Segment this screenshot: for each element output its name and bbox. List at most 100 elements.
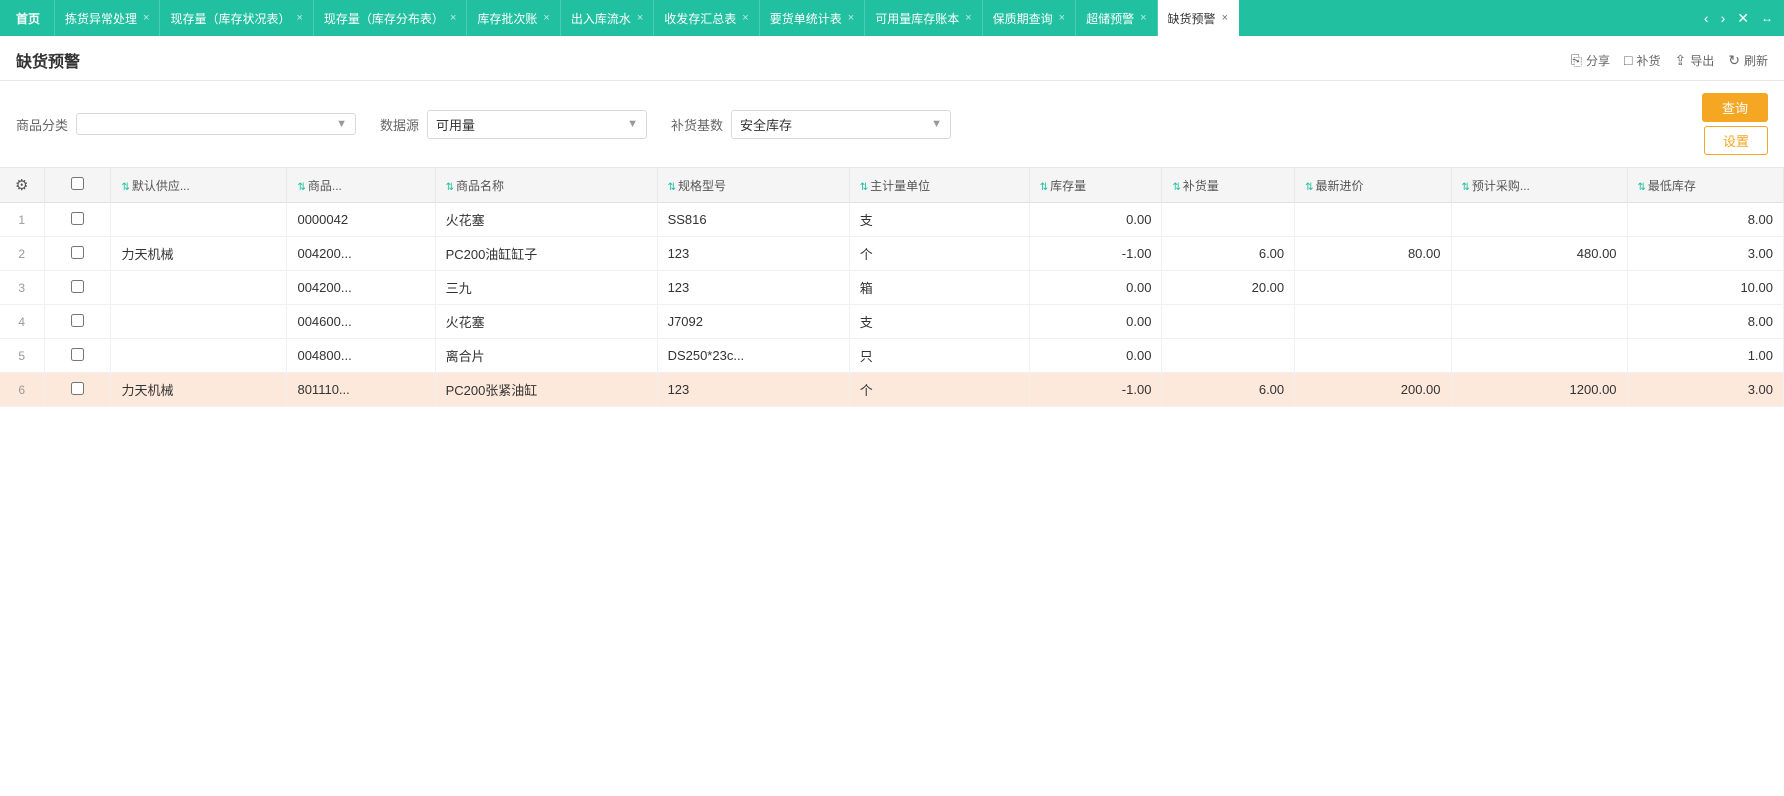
- row-checkbox-4[interactable]: [44, 305, 111, 339]
- category-select[interactable]: ▼: [76, 113, 356, 135]
- sort-icon-unit: ⇅: [860, 182, 868, 193]
- table-row: 3 004200... 三九 123 箱 0.00 20.00 10.00: [0, 271, 1784, 305]
- row-spec-3: 123: [657, 271, 849, 305]
- tab-expiry-query[interactable]: 保质期查询 ×: [983, 0, 1076, 36]
- row-est-3: [1451, 271, 1627, 305]
- restock-icon: □: [1624, 52, 1632, 68]
- tab-shortage-warn[interactable]: 缺货预警 ×: [1158, 0, 1239, 36]
- tab-close-batch-account[interactable]: ×: [543, 12, 549, 24]
- tab-close-defect-handling[interactable]: ×: [143, 12, 149, 24]
- row-checkbox-3[interactable]: [44, 271, 111, 305]
- tab-home[interactable]: 首页: [2, 0, 55, 36]
- table-row: 1 0000042 火花塞 SS816 支 0.00 8.00: [0, 203, 1784, 237]
- restock-button[interactable]: □ 补货: [1624, 52, 1660, 69]
- row-name-6: PC200张紧油缸: [435, 373, 657, 407]
- row-select-checkbox-1[interactable]: [71, 212, 84, 225]
- row-unit-4: 支: [849, 305, 1029, 339]
- row-est-6: 1200.00: [1451, 373, 1627, 407]
- tab-close-overstock-warn[interactable]: ×: [1140, 12, 1146, 24]
- tab-label-inout-flow: 出入库流水: [571, 10, 631, 27]
- tab-close-avail-ledger[interactable]: ×: [965, 12, 971, 24]
- tab-close-button[interactable]: ✕: [1732, 8, 1754, 29]
- tab-inventory-dist[interactable]: 现存量（库存分布表）×: [314, 0, 467, 36]
- row-select-checkbox-4[interactable]: [71, 314, 84, 327]
- tab-close-recv-summary[interactable]: ×: [742, 12, 748, 24]
- tab-recv-summary[interactable]: 收发存汇总表×: [654, 0, 759, 36]
- tab-overstock-warn[interactable]: 超储预警×: [1076, 0, 1157, 36]
- row-price-2: 80.00: [1295, 237, 1451, 271]
- settings-button[interactable]: 设置: [1704, 126, 1768, 155]
- row-index-2: 2: [0, 237, 44, 271]
- row-select-checkbox-2[interactable]: [71, 246, 84, 259]
- row-checkbox-5[interactable]: [44, 339, 111, 373]
- tab-order-stats[interactable]: 要货单统计表×: [760, 0, 865, 36]
- row-checkbox-6[interactable]: [44, 373, 111, 407]
- row-select-checkbox-3[interactable]: [71, 280, 84, 293]
- row-select-checkbox-6[interactable]: [71, 382, 84, 395]
- tab-close-order-stats[interactable]: ×: [848, 12, 854, 24]
- tab-label-avail-ledger: 可用量库存账本: [875, 10, 959, 27]
- column-min-stock: ⇅最低库存: [1627, 168, 1783, 203]
- tab-label-expiry-query: 保质期查询: [993, 10, 1053, 27]
- tab-label-shortage-warn: 缺货预警: [1168, 10, 1216, 27]
- datasource-select[interactable]: 可用量 ▼: [427, 110, 647, 139]
- tab-close-expiry-query[interactable]: ×: [1059, 12, 1065, 24]
- row-price-4: [1295, 305, 1451, 339]
- sort-icon-price: ⇅: [1305, 182, 1313, 193]
- gear-icon[interactable]: ⚙: [15, 176, 28, 194]
- tab-defect-handling[interactable]: 拣货异常处理×: [55, 0, 160, 36]
- replenish-value: 安全库存: [740, 115, 792, 134]
- row-restock-2: 6.00: [1162, 237, 1295, 271]
- column-product-code: ⇅商品...: [287, 168, 435, 203]
- page-container: 缺货预警 ⎘ 分享 □ 补货 ⇪ 导出 ↻ 刷新 商品分类: [0, 36, 1784, 796]
- row-min-stock-3: 10.00: [1627, 271, 1783, 305]
- select-all-checkbox[interactable]: [71, 177, 84, 190]
- table-row: 4 004600... 火花塞 J7092 支 0.00 8.00: [0, 305, 1784, 339]
- column-stock-qty: ⇅库存量: [1029, 168, 1162, 203]
- filter-actions: 查询 设置: [1702, 93, 1768, 155]
- category-arrow-icon: ▼: [336, 118, 347, 130]
- row-code-4: 004600...: [287, 305, 435, 339]
- row-unit-2: 个: [849, 237, 1029, 271]
- sort-icon-code: ⇅: [297, 182, 305, 193]
- category-filter-group: 商品分类 ▼: [16, 113, 356, 135]
- row-name-4: 火花塞: [435, 305, 657, 339]
- row-index-6: 6: [0, 373, 44, 407]
- row-select-checkbox-5[interactable]: [71, 348, 84, 361]
- tab-batch-account[interactable]: 库存批次账×: [467, 0, 560, 36]
- refresh-button[interactable]: ↻ 刷新: [1728, 52, 1768, 69]
- tab-close-inventory-status[interactable]: ×: [296, 12, 302, 24]
- row-spec-4: J7092: [657, 305, 849, 339]
- tab-avail-ledger[interactable]: 可用量库存账本 ×: [865, 0, 982, 36]
- tab-close-shortage-warn[interactable]: ×: [1222, 12, 1228, 24]
- column-default-supplier: ⇅默认供应...: [111, 168, 287, 203]
- row-checkbox-2[interactable]: [44, 237, 111, 271]
- row-name-5: 离合片: [435, 339, 657, 373]
- row-stock-6: -1.00: [1029, 373, 1162, 407]
- column-restock-qty: ⇅补货量: [1162, 168, 1295, 203]
- row-checkbox-1[interactable]: [44, 203, 111, 237]
- row-spec-1: SS816: [657, 203, 849, 237]
- row-unit-1: 支: [849, 203, 1029, 237]
- export-button[interactable]: ⇪ 导出: [1675, 52, 1715, 69]
- column-gear[interactable]: ⚙: [0, 168, 44, 203]
- tab-close-inout-flow[interactable]: ×: [637, 12, 643, 24]
- tab-close-inventory-dist[interactable]: ×: [450, 12, 456, 24]
- datasource-filter-group: 数据源 可用量 ▼: [380, 110, 647, 139]
- row-supplier-1: [111, 203, 287, 237]
- row-name-1: 火花塞: [435, 203, 657, 237]
- tab-inout-flow[interactable]: 出入库流水 ×: [561, 0, 654, 36]
- tab-next-button[interactable]: ›: [1716, 8, 1731, 28]
- tab-bar: 首页拣货异常处理×现存量（库存状况表）×现存量（库存分布表）×库存批次账×出入库…: [0, 0, 1784, 36]
- page-title: 缺货预警: [16, 48, 1571, 72]
- replenish-filter-group: 补货基数 安全库存 ▼: [671, 110, 951, 139]
- query-button[interactable]: 查询: [1702, 93, 1768, 122]
- tab-expand-button[interactable]: ↔: [1756, 9, 1778, 27]
- datasource-label: 数据源: [380, 115, 419, 134]
- table-header-row: ⚙ ⇅默认供应... ⇅商品... ⇅商品名称 ⇅规格型号 ⇅主计量单位 ⇅库存…: [0, 168, 1784, 203]
- column-checkbox[interactable]: [44, 168, 111, 203]
- replenish-select[interactable]: 安全库存 ▼: [731, 110, 951, 139]
- tab-prev-button[interactable]: ‹: [1699, 8, 1714, 28]
- share-button[interactable]: ⎘ 分享: [1571, 52, 1610, 69]
- tab-inventory-status[interactable]: 现存量（库存状况表）×: [160, 0, 313, 36]
